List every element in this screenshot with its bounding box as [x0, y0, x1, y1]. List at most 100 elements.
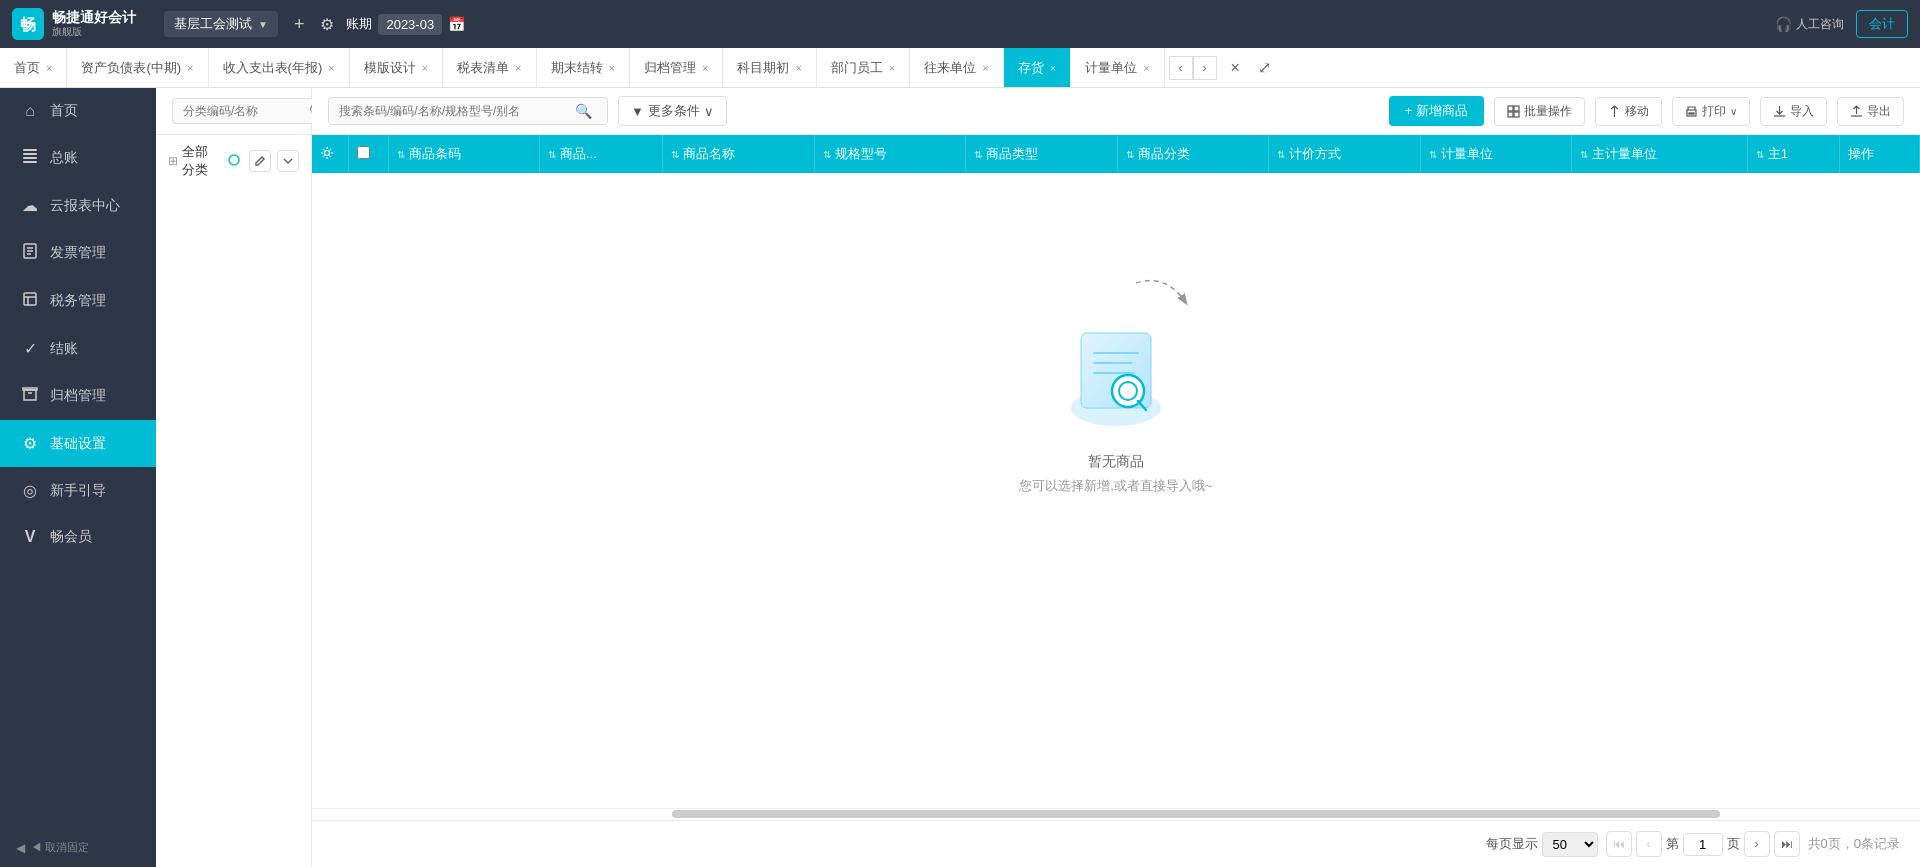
svg-rect-15 [1508, 106, 1513, 111]
batch-operation-button[interactable]: 批量操作 [1494, 97, 1585, 126]
sidebar-item-tax[interactable]: 税务管理 [0, 277, 156, 325]
calendar-icon[interactable]: 📅 [448, 16, 465, 32]
tab-period-end-close[interactable]: × [609, 62, 615, 74]
sidebar-item-cloud-report[interactable]: ☁ 云报表中心 [0, 182, 156, 229]
svg-text:畅: 畅 [20, 16, 36, 33]
select-all-checkbox[interactable] [357, 146, 370, 159]
col-barcode[interactable]: ⇅商品条码 [388, 135, 539, 173]
tab-unit-close[interactable]: × [1143, 62, 1149, 74]
tab-subject[interactable]: 科目期初 × [723, 48, 816, 88]
tab-subject-close[interactable]: × [795, 62, 801, 74]
per-page-select[interactable]: 10 20 50 100 [1542, 832, 1598, 857]
tab-template[interactable]: 模版设计 × [350, 48, 443, 88]
sidebar-item-home[interactable]: ⌂ 首页 [0, 88, 156, 134]
add-tab-btn[interactable]: + [290, 14, 309, 35]
sidebar-item-checkout[interactable]: ✓ 结账 [0, 325, 156, 372]
col-name[interactable]: ⇅商品名称 [663, 135, 814, 173]
tab-close-all-btn[interactable]: × [1221, 59, 1250, 77]
tab-income[interactable]: 收入支出表(年报) × [209, 48, 350, 88]
tab-period-end[interactable]: 期末结转 × [537, 48, 630, 88]
prev-page-btn[interactable]: ‹ [1636, 831, 1662, 857]
col-main-unit[interactable]: ⇅主计量单位 [1572, 135, 1748, 173]
col-price-method[interactable]: ⇅计价方式 [1269, 135, 1420, 173]
product-search-input[interactable] [339, 104, 569, 118]
tab-contact-close[interactable]: × [982, 62, 988, 74]
tab-expand-btn[interactable]: ⤢ [1250, 58, 1279, 77]
sidebar-item-guide[interactable]: ◎ 新手引导 [0, 467, 156, 514]
filter-button[interactable]: ▼ 更多条件 ∨ [618, 96, 727, 126]
period-label: 账期 [346, 15, 372, 33]
tab-prev-btn[interactable]: ‹ [1169, 56, 1193, 80]
col-type[interactable]: ⇅商品类型 [966, 135, 1117, 173]
export-button[interactable]: 导出 [1837, 97, 1904, 126]
category-search-input[interactable] [183, 104, 303, 118]
print-button[interactable]: 打印 ∨ [1672, 97, 1750, 126]
account-button[interactable]: 会计 [1856, 10, 1908, 38]
page-size-selector[interactable]: 每页显示 10 20 50 100 [1486, 832, 1598, 857]
col-extra[interactable]: ⇅主1 [1747, 135, 1839, 173]
col-checkbox[interactable] [348, 135, 388, 173]
tab-inventory[interactable]: 存货 × [1004, 48, 1071, 88]
sidebar-item-archive[interactable]: 归档管理 [0, 372, 156, 420]
tab-home-close[interactable]: × [46, 62, 52, 74]
sidebar-label-guide: 新手引导 [50, 482, 106, 500]
tab-dept-close[interactable]: × [889, 62, 895, 74]
next-page-btn[interactable]: › [1744, 831, 1770, 857]
tab-home[interactable]: 首页 × [0, 48, 67, 88]
product-search-bar[interactable]: 🔍 [328, 97, 608, 125]
main-layout: ⌂ 首页 总账 ☁ 云报表中心 发票管理 税务管理 ✓ 结账 [0, 88, 1920, 867]
sidebar-item-ledger[interactable]: 总账 [0, 134, 156, 182]
first-page-btn[interactable]: ⏮ [1606, 831, 1632, 857]
tab-balance-close[interactable]: × [187, 62, 193, 74]
tab-contact[interactable]: 往来单位 × [910, 48, 1003, 88]
support-button[interactable]: 🎧 人工咨询 [1775, 16, 1844, 33]
top-header: 畅 畅捷通好会计 旗舰版 基层工会测试 ▼ + ⚙ 账期 2023-03 📅 🎧… [0, 0, 1920, 48]
col-settings[interactable] [312, 135, 348, 173]
tab-archive[interactable]: 归档管理 × [630, 48, 723, 88]
tab-inventory-label: 存货 [1018, 59, 1044, 77]
all-category-label[interactable]: ⊞ 全部分类 [168, 143, 241, 179]
category-collapse-btn[interactable] [277, 150, 299, 172]
tab-template-close[interactable]: × [422, 62, 428, 74]
col-spec[interactable]: ⇅规格型号 [814, 135, 965, 173]
period-value[interactable]: 2023-03 [378, 14, 442, 35]
product-search-icon[interactable]: 🔍 [575, 103, 592, 119]
tab-tax[interactable]: 税表清单 × [443, 48, 536, 88]
company-selector[interactable]: 基层工会测试 ▼ [164, 11, 278, 37]
svg-rect-10 [24, 293, 36, 305]
tab-tax-close[interactable]: × [515, 62, 521, 74]
per-page-label: 每页显示 [1486, 835, 1538, 853]
col-unit[interactable]: ⇅计量单位 [1420, 135, 1571, 173]
last-page-btn[interactable]: ⏭ [1774, 831, 1800, 857]
tab-balance[interactable]: 资产负债表(中期) × [67, 48, 208, 88]
col-code[interactable]: ⇅商品... [539, 135, 662, 173]
import-button[interactable]: 导入 [1760, 97, 1827, 126]
col-category[interactable]: ⇅商品分类 [1117, 135, 1268, 173]
svg-rect-2 [23, 149, 37, 151]
settings-icon[interactable]: ⚙ [320, 15, 334, 34]
sidebar-unpin-button[interactable]: ◀ ◀ 取消固定 [0, 828, 156, 867]
sidebar-item-member[interactable]: V 畅会员 [0, 514, 156, 560]
sidebar-item-settings[interactable]: ⚙ 基础设置 [0, 420, 156, 467]
sidebar-label-member: 畅会员 [50, 528, 92, 546]
tab-unit[interactable]: 计量单位 × [1071, 48, 1164, 88]
svg-rect-18 [1514, 112, 1519, 117]
headset-icon: 🎧 [1775, 16, 1792, 32]
unpin-icon: ◀ [16, 841, 25, 855]
tab-income-close[interactable]: × [328, 62, 334, 74]
member-icon: V [20, 528, 40, 546]
move-button[interactable]: 移动 [1595, 97, 1662, 126]
category-edit-btn[interactable] [249, 150, 271, 172]
settings-icon: ⚙ [20, 434, 40, 453]
scrollbar-thumb[interactable] [672, 810, 1720, 818]
tab-inventory-close[interactable]: × [1050, 62, 1056, 74]
category-search-box[interactable]: 🔍 [172, 98, 332, 124]
sidebar-item-invoice[interactable]: 发票管理 [0, 229, 156, 277]
horizontal-scrollbar[interactable] [312, 808, 1920, 820]
tab-archive-close[interactable]: × [702, 62, 708, 74]
tab-next-btn[interactable]: › [1193, 56, 1217, 80]
left-panel-search: 🔍 [156, 88, 311, 135]
new-product-button[interactable]: + 新增商品 [1389, 96, 1484, 126]
page-number-input[interactable] [1683, 833, 1723, 856]
tab-dept[interactable]: 部门员工 × [817, 48, 910, 88]
